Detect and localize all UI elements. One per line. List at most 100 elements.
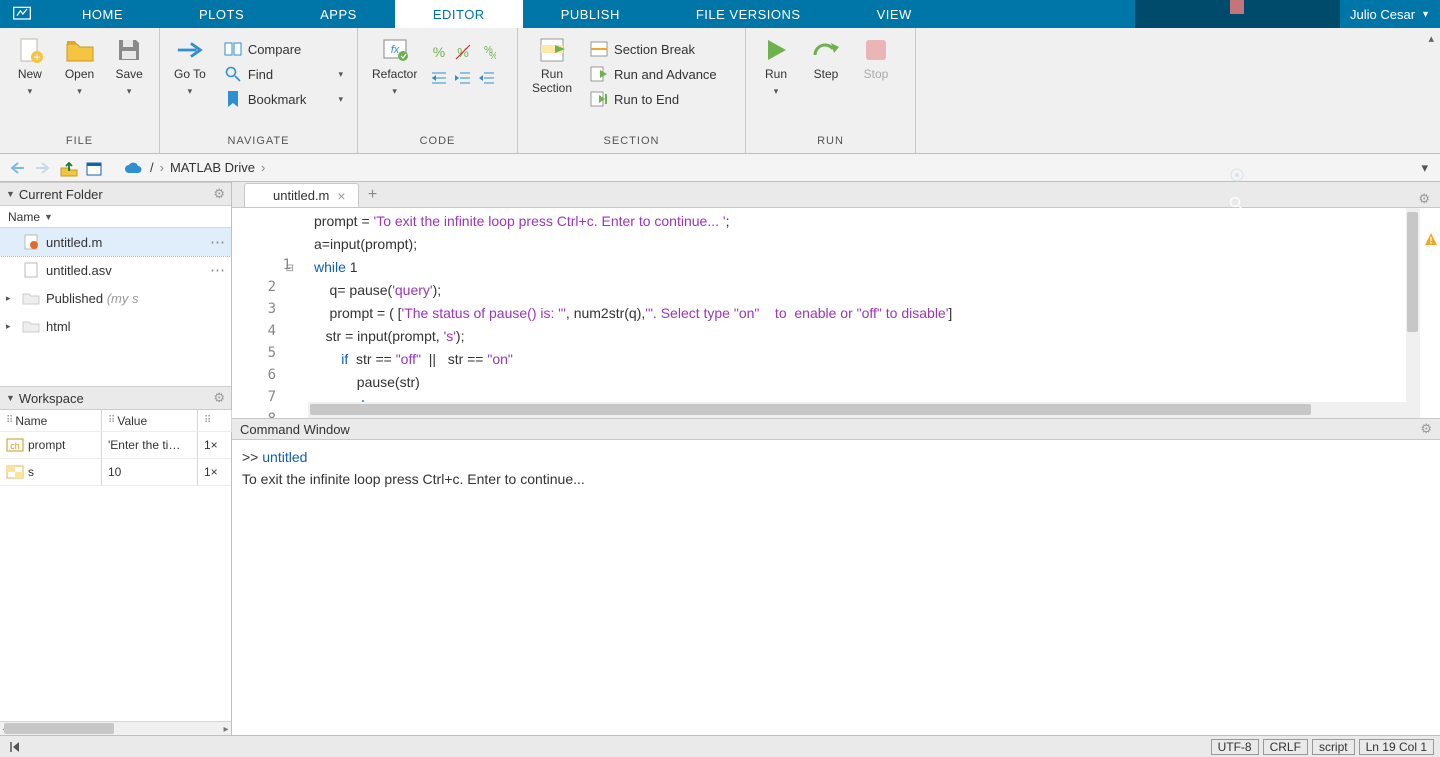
workspace-header[interactable]: ▼ Workspace ⚙ (0, 386, 231, 410)
new-button[interactable]: + New (8, 34, 52, 98)
new-tab-button[interactable]: + (361, 183, 385, 207)
save-button[interactable]: Save (107, 34, 151, 98)
editor-tab[interactable]: untitled.m × (244, 183, 359, 207)
status-filetype[interactable]: script (1312, 739, 1355, 755)
nav-forward-icon[interactable] (32, 157, 54, 179)
decrease-indent-icon[interactable] (477, 68, 497, 88)
top-tab-plots[interactable]: PLOTS (161, 0, 282, 28)
status-encoding[interactable]: UTF-8 (1211, 739, 1259, 755)
breadcrumb-drive[interactable]: MATLAB Drive (170, 160, 255, 175)
ws-var-name[interactable]: chprompt (0, 432, 102, 459)
editor-options-icon[interactable]: ⚙ (1418, 191, 1430, 207)
file-column-header[interactable]: Name▼ (0, 206, 231, 228)
command-window-title: Command Window (240, 422, 350, 437)
status-cursor-position[interactable]: Ln 19 Col 1 (1359, 739, 1434, 755)
address-dropdown[interactable]: ▾ (1415, 160, 1434, 176)
current-folder-header[interactable]: ▼ Current Folder ⚙ (0, 182, 231, 206)
row-more-icon[interactable]: ⋯ (210, 233, 225, 251)
group-label-run: RUN (746, 135, 915, 153)
var-str-icon: ch (6, 436, 24, 454)
open-button[interactable]: Open (58, 34, 102, 98)
save-disk-icon (113, 34, 145, 66)
goto-arrow-icon (174, 34, 206, 66)
warning-triangle-icon[interactable] (1424, 232, 1438, 246)
run-to-end-button[interactable]: Run to End (584, 88, 734, 110)
top-tab-editor[interactable]: EDITOR (395, 0, 523, 28)
close-tab-icon[interactable]: × (337, 188, 345, 204)
file-row[interactable]: untitled.asv⋯ (0, 256, 231, 284)
indent-icon[interactable] (429, 68, 449, 88)
ws-var-value[interactable]: 'Enter the ti… (102, 432, 198, 459)
file-row[interactable]: ▸html (0, 312, 231, 340)
refactor-button[interactable]: fx Refactor (366, 34, 423, 98)
code-editor[interactable]: ⊟ 1 2 3 4 5 6 7 8 9 prompt = 'To exit th… (232, 208, 1440, 418)
stop-recording-icon[interactable] (1228, 0, 1246, 14)
compare-button[interactable]: Compare (218, 38, 349, 60)
increase-indent-icon[interactable] (453, 68, 473, 88)
file-row[interactable]: ▸Published (my s (0, 284, 231, 312)
run-button[interactable]: Run (754, 34, 798, 98)
line-number-gutter: ⊟ 1 2 3 4 5 6 7 8 9 (232, 208, 308, 418)
section-break-button[interactable]: Section Break (584, 38, 734, 60)
nav-back-icon[interactable] (6, 157, 28, 179)
toolstrip: ▴ + New Open Save FILE Go To Com (0, 28, 1440, 154)
file-row[interactable]: untitled.m⋯ (0, 228, 231, 256)
goto-button[interactable]: Go To (168, 34, 212, 98)
editor-tabstrip: untitled.m × + ⚙ (232, 182, 1440, 208)
ws-col-extra[interactable]: ⠿ (198, 410, 232, 432)
file-icon (22, 261, 40, 279)
ws-col-name[interactable]: ⠿Name (0, 410, 102, 432)
top-tab-apps[interactable]: APPS (282, 0, 395, 28)
find-button[interactable]: Find▾ (218, 63, 349, 85)
quick-access-toolbar: ? ▼ ▼ (1135, 0, 1340, 28)
code-area[interactable]: prompt = 'To exit the infinite loop pres… (308, 208, 1440, 418)
run-section-button[interactable]: Run Section (526, 34, 578, 96)
editor-tab-label: untitled.m (273, 188, 329, 203)
stop-button[interactable]: Stop (854, 34, 898, 82)
panel-options-icon[interactable]: ⚙ (1420, 421, 1432, 437)
fold-minus-icon[interactable]: ⊟ (286, 258, 294, 280)
top-tab-view[interactable]: VIEW (839, 0, 950, 28)
matlab-logo-icon (0, 0, 44, 28)
goto-start-icon[interactable] (6, 738, 24, 756)
top-tab-file-versions[interactable]: FILE VERSIONS (658, 0, 839, 28)
compare-icon (224, 40, 242, 58)
group-label-file: FILE (0, 135, 159, 153)
nav-browse-icon[interactable] (84, 157, 106, 179)
breadcrumb[interactable]: / › MATLAB Drive › (124, 160, 265, 175)
file-icon (22, 233, 40, 251)
wrap-comment-icon[interactable]: %% (477, 42, 497, 62)
ws-var-size[interactable]: 1× (198, 432, 231, 459)
refactor-icon: fx (379, 34, 411, 66)
uncomment-icon[interactable]: % (453, 42, 473, 62)
run-and-advance-button[interactable]: Run and Advance (584, 63, 734, 85)
target-icon[interactable] (1228, 168, 1246, 182)
user-menu[interactable]: Julio Cesar (1340, 0, 1440, 28)
command-window[interactable]: >> untitledTo exit the infinite loop pre… (232, 440, 1440, 735)
collapse-triangle-icon[interactable]: ▼ (6, 393, 15, 403)
command-window-header[interactable]: Command Window ⚙ (232, 418, 1440, 440)
ws-var-value[interactable]: 10 (102, 459, 198, 486)
collapse-triangle-icon[interactable]: ▼ (6, 189, 15, 199)
ws-col-value[interactable]: ⠿Value (102, 410, 198, 432)
ws-var-size[interactable]: 1× (198, 459, 231, 486)
status-bar: UTF-8 CRLF script Ln 19 Col 1 (0, 735, 1440, 757)
bookmark-button[interactable]: Bookmark▾ (218, 88, 349, 110)
workspace-hscrollbar[interactable]: ◂▸ (0, 721, 231, 735)
collapse-toolstrip-icon[interactable]: ▴ (1428, 32, 1434, 45)
nav-up-icon[interactable] (58, 157, 80, 179)
breadcrumb-root[interactable]: / (150, 160, 154, 175)
panel-options-icon[interactable]: ⚙ (213, 390, 225, 406)
group-label-section: SECTION (518, 135, 745, 153)
panel-options-icon[interactable]: ⚙ (213, 186, 225, 202)
step-button[interactable]: Step (804, 34, 848, 82)
new-file-icon: + (14, 34, 46, 66)
ws-var-name[interactable]: s (0, 459, 102, 486)
editor-vscrollbar[interactable] (1406, 208, 1420, 402)
editor-hscrollbar[interactable] (308, 402, 1420, 418)
row-more-icon[interactable]: ⋯ (210, 261, 225, 279)
comment-percent-icon[interactable]: % (429, 42, 449, 62)
status-eol[interactable]: CRLF (1263, 739, 1308, 755)
top-tab-home[interactable]: HOME (44, 0, 161, 28)
top-tab-publish[interactable]: PUBLISH (523, 0, 658, 28)
